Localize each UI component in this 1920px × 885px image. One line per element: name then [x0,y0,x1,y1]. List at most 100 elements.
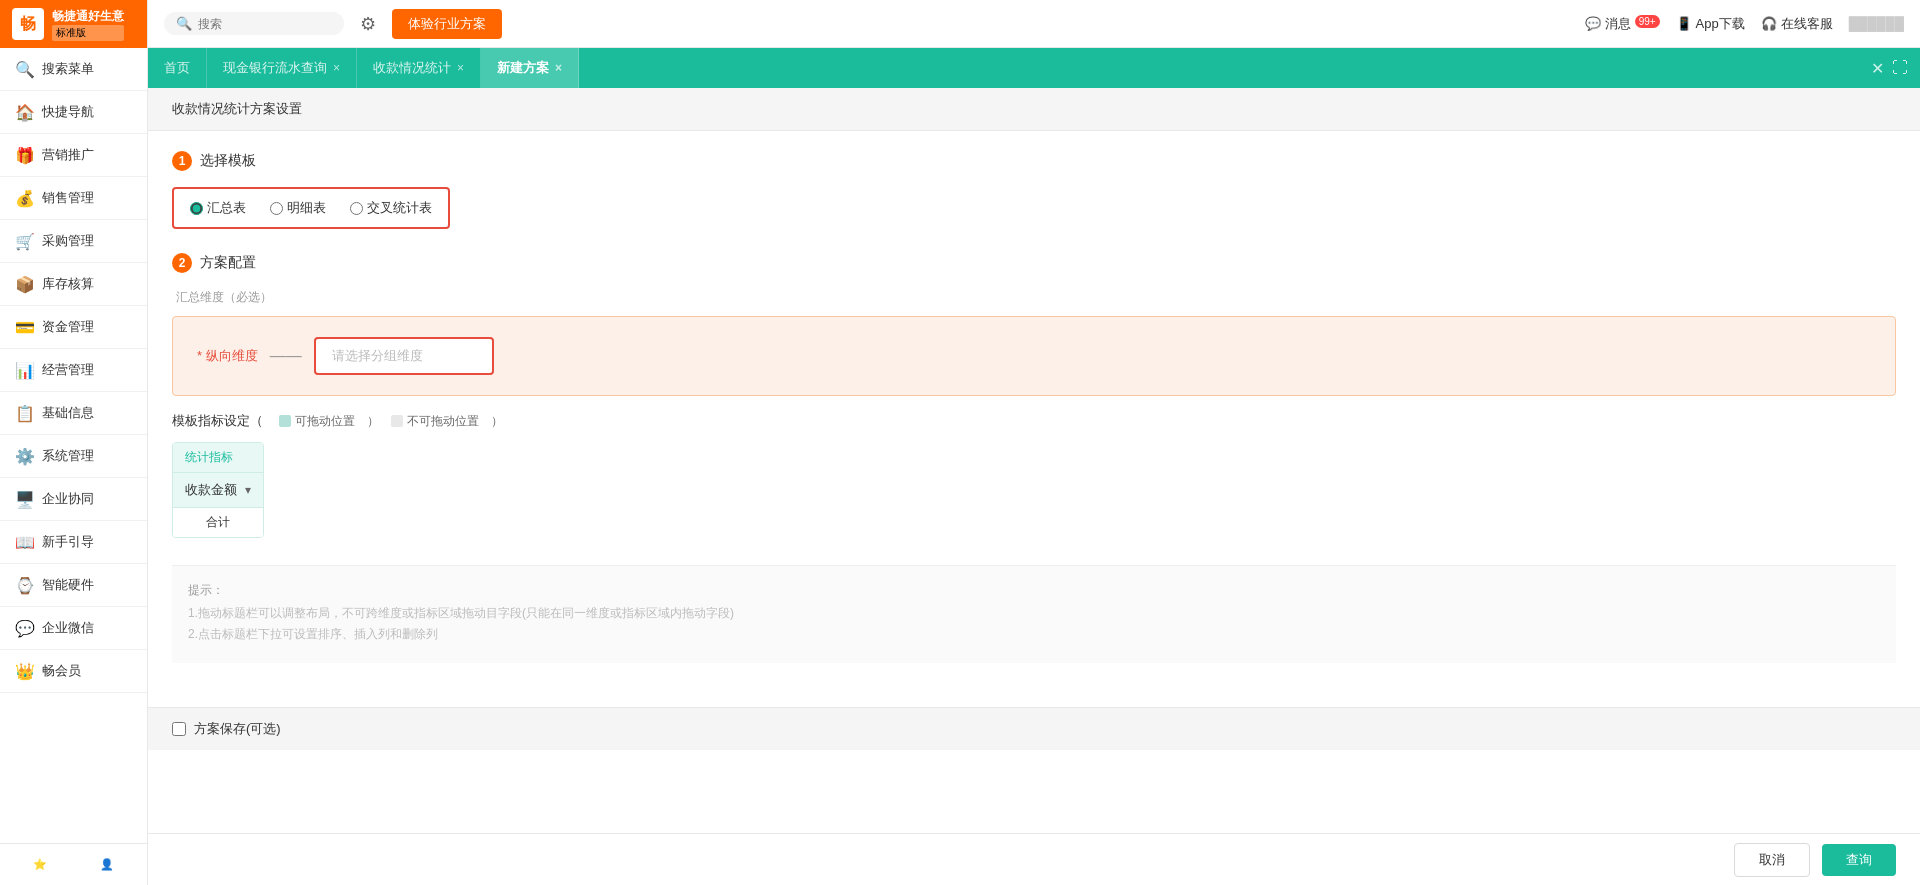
operations-icon: 📊 [16,361,34,379]
radio-detail-label: 明细表 [287,199,326,217]
download-icon: 📱 [1676,16,1692,31]
service-btn[interactable]: 🎧 在线客服 [1761,15,1833,33]
sidebar-item-sales[interactable]: 💰 销售管理 [0,177,147,220]
sidebar: 畅 畅捷通好生意 标准版 🔍 搜索菜单 🏠 快捷导航 🎁 营销推广 💰 销售管理… [0,0,148,885]
cancel-button[interactable]: 取消 [1734,843,1810,877]
metrics-section: 模板指标设定（ 可拖动位置 ） 不可拖动位置 [172,412,1896,541]
search-icon: 🔍 [176,16,192,31]
step2-header: 2 方案配置 [172,253,1896,273]
save-label: 方案保存(可选) [194,720,281,738]
tab-newplan-close[interactable]: × [555,61,562,75]
message-icon: 💬 [1585,16,1601,31]
logo-text: 畅捷通好生意 标准版 [52,8,124,41]
sidebar-item-operations[interactable]: 📊 经营管理 [0,349,147,392]
save-section: 方案保存(可选) [148,707,1920,750]
sidebar-item-guide[interactable]: 📖 新手引导 [0,521,147,564]
tab-cashflow-label: 现金银行流水查询 [223,59,327,77]
stats-cell-text: 收款金额 [185,481,237,499]
sidebar-item-label: 销售管理 [42,189,94,207]
finance-icon: 💳 [16,318,34,336]
footer-bar: 取消 查询 [148,833,1920,885]
tab-receipt[interactable]: 收款情况统计 × [357,48,481,88]
sidebar-item-search[interactable]: 🔍 搜索菜单 [0,48,147,91]
step2-title: 方案配置 [200,254,256,272]
sidebar-item-label: 库存核算 [42,275,94,293]
user-btn[interactable]: ██████ [1849,16,1904,31]
radio-cross[interactable]: 交叉统计表 [350,199,432,217]
message-count: 99+ [1635,15,1660,28]
sidebar-item-corp[interactable]: 🖥️ 企业协同 [0,478,147,521]
tips-item-1: 1.拖动标题栏可以调整布局，不可跨维度或指标区域拖动目字段(只能在同一维度或指标… [188,605,1880,622]
stats-table-cell[interactable]: 收款金额 ▾ [173,473,263,507]
tabs-actions: ✕ ⛶ [1859,59,1920,78]
sidebar-item-basic[interactable]: 📋 基础信息 [0,392,147,435]
sidebar-item-quicknav[interactable]: 🏠 快捷导航 [0,91,147,134]
tab-expand-icon[interactable]: ⛶ [1892,59,1908,77]
sidebar-item-wechat[interactable]: 💬 企业微信 [0,607,147,650]
radio-summary-input[interactable] [190,202,203,215]
tips-item-2: 2.点击标题栏下拉可设置排序、插入列和删除列 [188,626,1880,643]
sidebar-logo: 畅 畅捷通好生意 标准版 [0,0,147,48]
tab-close-all-icon[interactable]: ✕ [1871,59,1884,78]
wechat-icon: 💬 [16,619,34,637]
step1-section: 1 选择模板 汇总表 明细表 [172,151,1896,229]
sidebar-item-label: 新手引导 [42,533,94,551]
message-btn[interactable]: 💬 消息 99+ [1585,15,1660,33]
sidebar-item-system[interactable]: ⚙️ 系统管理 [0,435,147,478]
tips-section: 提示： 1.拖动标题栏可以调整布局，不可跨维度或指标区域拖动目字段(只能在同一维… [172,565,1896,663]
metrics-legend: 可拖动位置 ） 不可拖动位置 ） [279,413,503,430]
industry-btn[interactable]: 体验行业方案 [392,9,502,39]
marketing-icon: 🎁 [16,146,34,164]
page-body: 1 选择模板 汇总表 明细表 [148,131,1920,707]
tips-title: 提示： [188,582,1880,599]
stats-table: 统计指标 收款金额 ▾ 合计 [172,442,264,538]
sidebar-item-marketing[interactable]: 🎁 营销推广 [0,134,147,177]
vertical-dimension-label: * 纵向维度 [197,347,258,365]
dimension-row: * 纵向维度 —— 请选择分组维度 [197,337,1871,375]
dimension-select[interactable]: 请选择分组维度 [314,337,494,375]
tab-cashflow[interactable]: 现金银行流水查询 × [207,48,357,88]
tab-cashflow-close[interactable]: × [333,61,340,75]
sidebar-item-label: 企业微信 [42,619,94,637]
metrics-separator: ） [367,413,379,430]
corp-icon: 🖥️ [16,490,34,508]
search-box[interactable]: 🔍 [164,12,344,35]
system-icon: ⚙️ [16,447,34,465]
sidebar-item-label: 经营管理 [42,361,94,379]
sidebar-item-purchase[interactable]: 🛒 采购管理 [0,220,147,263]
sidebar-item-label: 智能硬件 [42,576,94,594]
sidebar-item-hardware[interactable]: ⌚ 智能硬件 [0,564,147,607]
member-icon: 👑 [16,662,34,680]
logo-icon: 畅 [12,8,44,40]
tab-newplan[interactable]: 新建方案 × [481,48,579,88]
radio-summary[interactable]: 汇总表 [190,199,246,217]
sidebar-item-label: 资金管理 [42,318,94,336]
step1-title: 选择模板 [200,152,256,170]
settings-icon[interactable]: ⚙ [360,13,376,35]
sidebar-bottom-btn2[interactable]: 👤 [76,852,140,877]
tab-home[interactable]: 首页 [148,48,207,88]
query-button[interactable]: 查询 [1822,844,1896,876]
search-input[interactable] [198,17,332,31]
template-selection: 汇总表 明细表 交叉统计表 [172,187,450,229]
page-header: 收款情况统计方案设置 [148,88,1920,131]
legend-draggable-dot [279,415,291,427]
radio-cross-input[interactable] [350,202,363,215]
sidebar-item-inventory[interactable]: 📦 库存核算 [0,263,147,306]
sidebar-bottom-btn1[interactable]: ⭐ [8,852,72,877]
sidebar-item-label: 基础信息 [42,404,94,422]
sidebar-item-member[interactable]: 👑 畅会员 [0,650,147,693]
sidebar-item-finance[interactable]: 💳 资金管理 [0,306,147,349]
step2-number: 2 [172,253,192,273]
sidebar-item-label: 采购管理 [42,232,94,250]
stats-dropdown-icon[interactable]: ▾ [245,483,251,497]
message-label: 消息 [1605,15,1631,33]
download-btn[interactable]: 📱 App下载 [1676,15,1745,33]
save-checkbox[interactable] [172,722,186,736]
basic-icon: 📋 [16,404,34,422]
download-label: App下载 [1696,15,1745,33]
tab-receipt-close[interactable]: × [457,61,464,75]
radio-detail-input[interactable] [270,202,283,215]
topbar-right: 💬 消息 99+ 📱 App下载 🎧 在线客服 ██████ [1585,15,1904,33]
radio-detail[interactable]: 明细表 [270,199,326,217]
